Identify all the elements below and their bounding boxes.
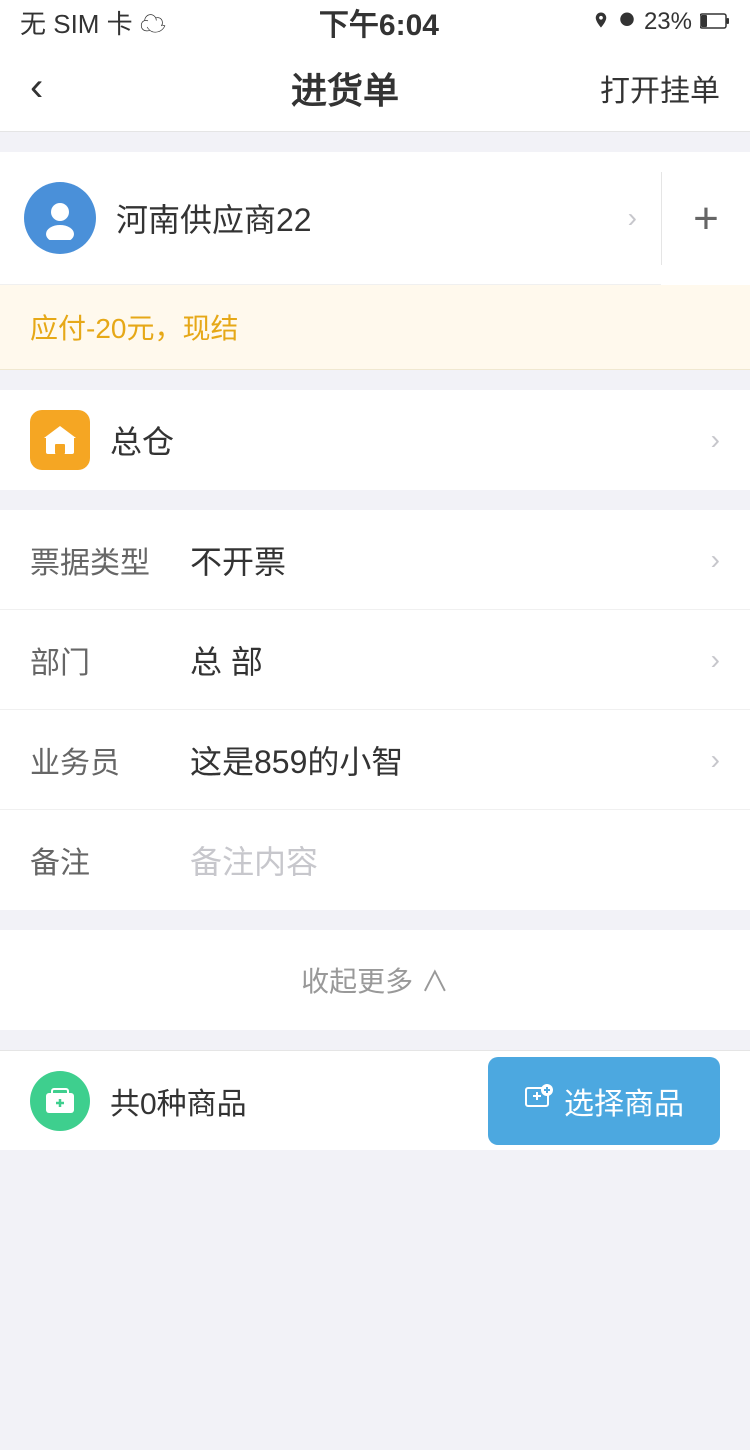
supplier-name: 河南供应商22 xyxy=(116,195,618,241)
supplier-section: 河南供应商22 › + xyxy=(0,152,750,285)
status-bar: 无 SIM 卡 ☁ 下午6:04 23% xyxy=(0,0,750,44)
warehouse-icon xyxy=(30,410,90,470)
bottom-bar: 共0种商品 选择商品 xyxy=(0,1050,750,1150)
gray-fill xyxy=(0,1150,750,1450)
invoice-type-row[interactable]: 票据类型 不开票 › xyxy=(0,510,750,610)
remark-label: 备注 xyxy=(30,838,190,882)
warehouse-chevron-icon: › xyxy=(711,424,720,456)
location-icon xyxy=(592,8,610,36)
remark-row[interactable]: 备注 备注内容 xyxy=(0,810,750,910)
open-pending-button[interactable]: 打开挂单 xyxy=(600,66,720,110)
select-product-label: 选择商品 xyxy=(564,1079,684,1123)
invoice-type-label: 票据类型 xyxy=(30,538,190,582)
back-button[interactable]: ‹ xyxy=(30,65,90,110)
product-count-icon xyxy=(30,1071,90,1131)
collapse-label: 收起更多 ∧ xyxy=(301,960,449,1000)
product-count-text: 共0种商品 xyxy=(110,1079,488,1123)
salesperson-chevron-icon: › xyxy=(711,744,720,776)
content: 河南供应商22 › + 应付-20元，现结 总仓 › 票据类型 不开票 › xyxy=(0,132,750,1450)
sim-label: 无 SIM 卡 ☁ xyxy=(20,4,166,41)
select-product-icon xyxy=(524,1082,554,1120)
status-bar-time: 下午6:04 xyxy=(319,0,439,44)
page-title: 进货单 xyxy=(291,62,399,114)
department-row[interactable]: 部门 总 部 › xyxy=(0,610,750,710)
supplier-chevron-icon: › xyxy=(628,202,637,234)
invoice-type-chevron-icon: › xyxy=(711,544,720,576)
notice-banner: 应付-20元，现结 xyxy=(0,285,750,370)
salesperson-row[interactable]: 业务员 这是859的小智 › xyxy=(0,710,750,810)
warehouse-row[interactable]: 总仓 › xyxy=(0,390,750,490)
alarm-icon xyxy=(618,8,636,36)
warehouse-name: 总仓 xyxy=(110,417,701,463)
department-value: 总 部 xyxy=(190,637,701,683)
supplier-add-button[interactable]: + xyxy=(662,152,750,285)
nav-bar: ‹ 进货单 打开挂单 xyxy=(0,44,750,132)
salesperson-value: 这是859的小智 xyxy=(190,737,701,783)
form-section: 票据类型 不开票 › 部门 总 部 › 业务员 这是859的小智 › 备注 备注… xyxy=(0,510,750,910)
invoice-type-value: 不开票 xyxy=(190,537,701,583)
supplier-selector[interactable]: 河南供应商22 › xyxy=(0,152,661,285)
salesperson-label: 业务员 xyxy=(30,738,190,782)
department-chevron-icon: › xyxy=(711,644,720,676)
spacer-top xyxy=(0,132,750,152)
remark-input[interactable]: 备注内容 xyxy=(190,837,720,883)
battery-icon xyxy=(700,8,730,36)
collapse-button[interactable]: 收起更多 ∧ xyxy=(0,930,750,1030)
battery-text: 23% xyxy=(644,8,692,36)
department-label: 部门 xyxy=(30,638,190,682)
status-bar-left: 无 SIM 卡 ☁ xyxy=(20,4,166,41)
select-product-button[interactable]: 选择商品 xyxy=(488,1057,720,1145)
supplier-avatar xyxy=(24,182,96,254)
warehouse-section: 总仓 › xyxy=(0,390,750,490)
status-bar-right: 23% xyxy=(592,8,730,36)
